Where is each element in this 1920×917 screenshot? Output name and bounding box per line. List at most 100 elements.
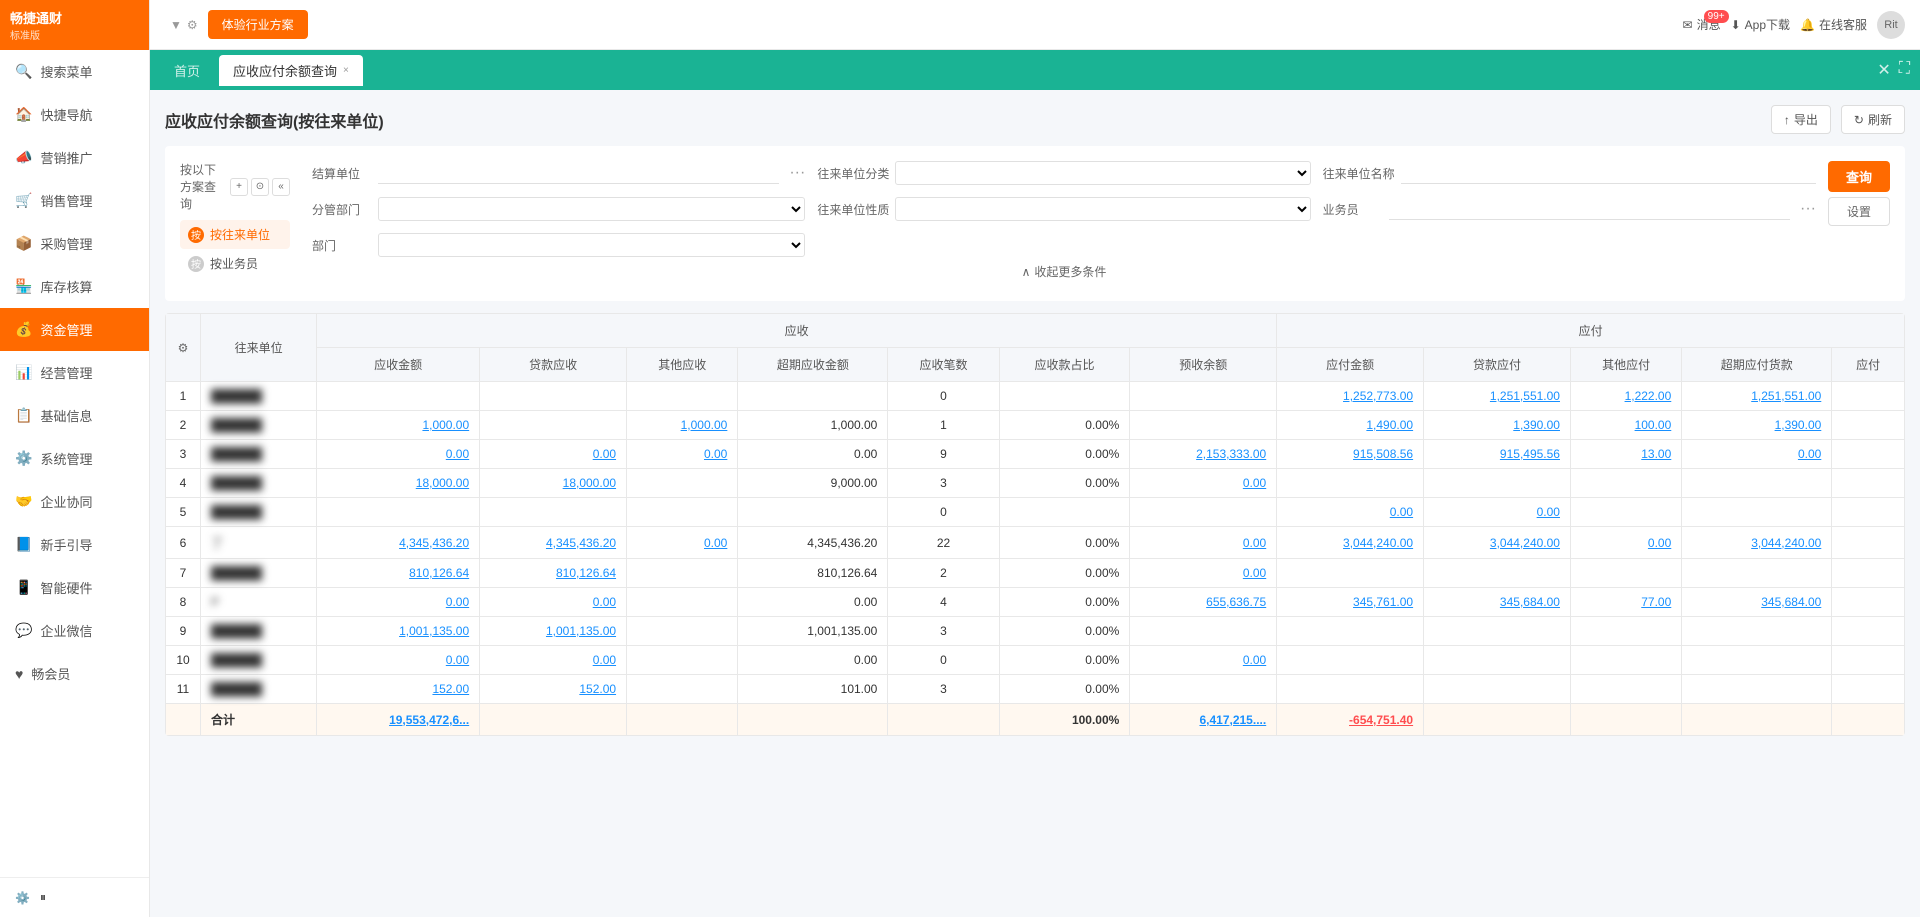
table-cell[interactable] — [1277, 559, 1424, 588]
table-cell[interactable]: 1,390.00 — [1424, 411, 1571, 440]
footer-ap-amount[interactable]: -654,751.40 — [1277, 704, 1424, 736]
user-menu[interactable]: Rit — [1877, 11, 1905, 39]
table-cell[interactable] — [1424, 469, 1571, 498]
tab-close-button[interactable]: × — [343, 65, 349, 76]
table-cell[interactable]: 0.00 — [1682, 440, 1832, 469]
app-download-btn[interactable]: ⬇ App下载 — [1731, 16, 1790, 33]
table-cell[interactable]: 2,153,333.00 — [1130, 440, 1277, 469]
sidebar-item-member[interactable]: ♥ 畅会员 — [0, 652, 149, 695]
sidebar-item-operation[interactable]: 📊 经营管理 — [0, 351, 149, 394]
table-cell[interactable]: 0.00 — [317, 646, 480, 675]
sidebar-item-inventory[interactable]: 🏪 库存核算 — [0, 265, 149, 308]
table-cell[interactable]: 0.00 — [317, 588, 480, 617]
table-cell[interactable]: 0.00 — [1424, 498, 1571, 527]
collapse-btn[interactable]: ∧ 收起更多条件 — [312, 257, 1816, 286]
table-cell[interactable]: 1,490.00 — [1277, 411, 1424, 440]
table-cell[interactable]: 4,345,436.20 — [480, 527, 627, 559]
table-cell[interactable] — [1277, 469, 1424, 498]
table-cell[interactable] — [1130, 411, 1277, 440]
sidebar-item-sales[interactable]: 🛒 销售管理 — [0, 179, 149, 222]
table-cell[interactable]: 345,684.00 — [1682, 588, 1832, 617]
table-cell[interactable] — [1130, 675, 1277, 704]
table-cell[interactable]: 4,345,436.20 — [317, 527, 480, 559]
table-cell[interactable] — [627, 382, 738, 411]
sidebar-item-guide[interactable]: 📘 新手引导 — [0, 523, 149, 566]
table-cell[interactable]: 345,761.00 — [1277, 588, 1424, 617]
table-cell[interactable]: 915,508.56 — [1277, 440, 1424, 469]
salesperson-input[interactable] — [1389, 199, 1790, 220]
salesperson-dots[interactable]: ··· — [1800, 200, 1816, 218]
dept-select[interactable] — [378, 233, 805, 257]
export-button[interactable]: ↑ 导出 — [1771, 105, 1831, 134]
table-cell[interactable]: 0.00 — [627, 527, 738, 559]
table-cell[interactable] — [1277, 646, 1424, 675]
table-cell[interactable]: 152.00 — [480, 675, 627, 704]
tab-ar-query[interactable]: 应收应付余额查询 × — [219, 55, 363, 86]
table-cell[interactable]: 1,222.00 — [1570, 382, 1681, 411]
table-cell[interactable] — [317, 498, 480, 527]
sidebar-item-search[interactable]: 🔍 搜索菜单 — [0, 50, 149, 93]
table-cell[interactable]: 1,001,135.00 — [317, 617, 480, 646]
sidebar-item-system[interactable]: ⚙️ 系统管理 — [0, 437, 149, 480]
table-cell[interactable] — [480, 411, 627, 440]
table-cell[interactable] — [1570, 646, 1681, 675]
sidebar-item-basic[interactable]: 📋 基础信息 — [0, 394, 149, 437]
table-cell[interactable] — [1424, 617, 1571, 646]
table-cell[interactable] — [1570, 559, 1681, 588]
partner-name-input[interactable] — [1401, 163, 1816, 184]
table-cell[interactable]: 152.00 — [317, 675, 480, 704]
scheme-prev-btn[interactable]: « — [272, 178, 290, 196]
table-cell[interactable]: 77.00 — [1570, 588, 1681, 617]
table-cell[interactable]: 1,001,135.00 — [480, 617, 627, 646]
table-cell[interactable]: 1,000.00 — [317, 411, 480, 440]
table-cell[interactable]: 1,251,551.00 — [1682, 382, 1832, 411]
table-cell[interactable] — [627, 675, 738, 704]
table-cell[interactable] — [1570, 469, 1681, 498]
tab-home[interactable]: 首页 — [160, 55, 214, 86]
table-cell[interactable] — [1570, 617, 1681, 646]
scheme-add-btn[interactable]: + — [230, 178, 248, 196]
query-button[interactable]: 查询 — [1828, 161, 1890, 192]
table-cell[interactable]: 1,000.00 — [627, 411, 738, 440]
table-cell[interactable] — [627, 498, 738, 527]
settlement-dots[interactable]: ··· — [789, 164, 805, 182]
table-cell[interactable]: 0.00 — [1277, 498, 1424, 527]
table-cell[interactable] — [1277, 675, 1424, 704]
table-cell[interactable]: 3,044,240.00 — [1682, 527, 1832, 559]
table-cell[interactable]: 0.00 — [1570, 527, 1681, 559]
partner-nature-select[interactable] — [895, 197, 1310, 221]
sidebar-item-finance[interactable]: 💰 资金管理 — [0, 308, 149, 351]
topbar-dropdown-icon[interactable]: ▼ — [170, 18, 182, 32]
scheme-edit-btn[interactable]: ⊙ — [251, 178, 269, 196]
table-cell[interactable]: 655,636.75 — [1130, 588, 1277, 617]
table-cell[interactable]: 810,126.64 — [480, 559, 627, 588]
table-cell[interactable]: 1,251,551.00 — [1424, 382, 1571, 411]
table-cell[interactable]: 3,044,240.00 — [1424, 527, 1571, 559]
settings-button[interactable]: 设置 — [1828, 197, 1890, 226]
table-cell[interactable] — [1424, 675, 1571, 704]
table-settings-icon[interactable]: ⚙ — [178, 341, 189, 355]
table-cell[interactable] — [627, 559, 738, 588]
dept-manager-select[interactable] — [378, 197, 805, 221]
table-cell[interactable] — [317, 382, 480, 411]
table-cell[interactable]: 810,126.64 — [317, 559, 480, 588]
table-cell[interactable]: 18,000.00 — [317, 469, 480, 498]
table-cell[interactable]: 345,684.00 — [1424, 588, 1571, 617]
sidebar-item-marketing[interactable]: 📣 营销推广 — [0, 136, 149, 179]
table-cell[interactable]: 1,252,773.00 — [1277, 382, 1424, 411]
tab-close-all-icon[interactable]: ✕ — [1877, 60, 1890, 80]
table-cell[interactable] — [627, 617, 738, 646]
message-btn[interactable]: ✉ 消息 99+ — [1683, 16, 1721, 33]
settings-icon[interactable]: ⚙️ — [15, 891, 30, 905]
tab-expand-icon[interactable]: ⛶ — [1899, 60, 1910, 80]
table-cell[interactable]: 0.00 — [480, 440, 627, 469]
table-cell[interactable]: 18,000.00 — [480, 469, 627, 498]
settlement-unit-input[interactable] — [378, 163, 779, 184]
sidebar-item-wechat[interactable]: 💬 企业微信 — [0, 609, 149, 652]
table-cell[interactable] — [1682, 498, 1832, 527]
table-cell[interactable]: 0.00 — [1130, 646, 1277, 675]
table-cell[interactable] — [627, 588, 738, 617]
table-cell[interactable]: 13.00 — [1570, 440, 1681, 469]
table-cell[interactable] — [1277, 617, 1424, 646]
table-cell[interactable] — [1682, 559, 1832, 588]
